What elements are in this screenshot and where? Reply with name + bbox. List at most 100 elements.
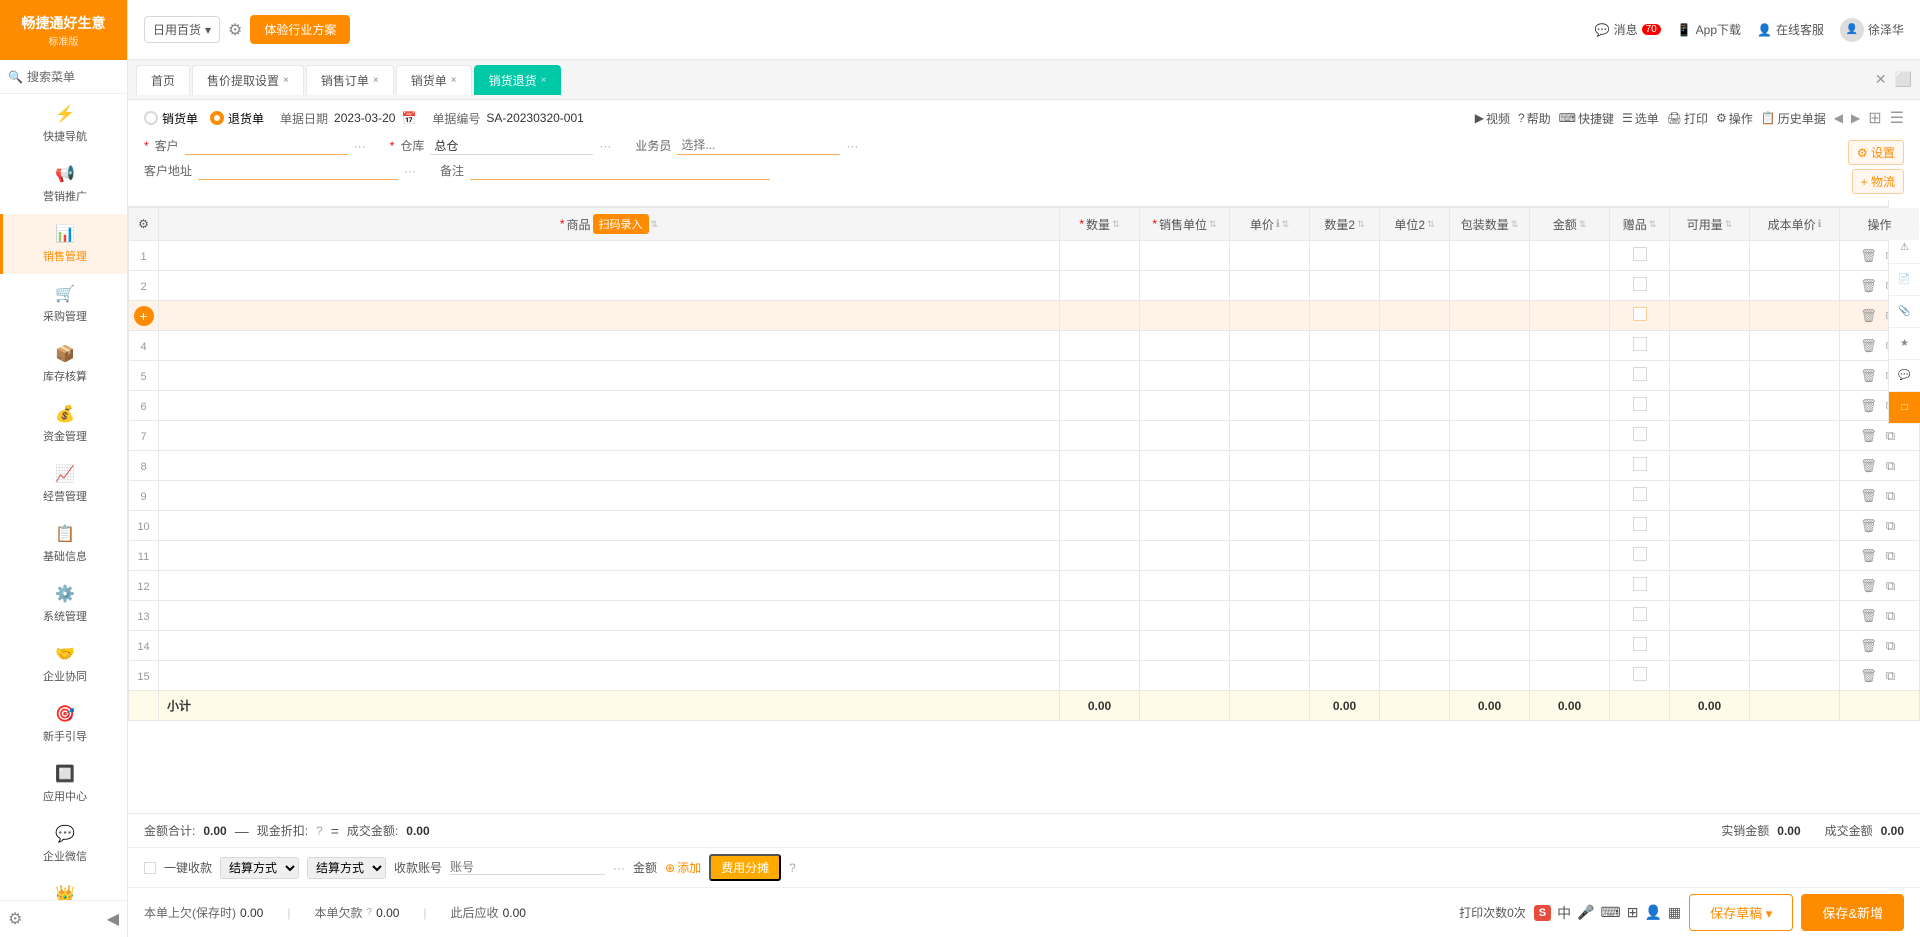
copy-icon[interactable]: ⧉	[1882, 577, 1900, 595]
right-float-orange[interactable]: □	[1889, 392, 1920, 424]
sale-unit-cell[interactable]	[1140, 241, 1230, 271]
sort-icon[interactable]: ⇅	[1209, 219, 1217, 230]
sidebar-item-purchase[interactable]: 🛒 采购管理	[0, 274, 127, 334]
mic-icon[interactable]: 🎤	[1577, 904, 1594, 921]
qty2-cell[interactable]	[1310, 241, 1380, 271]
tab-close-icon[interactable]: ×	[451, 75, 457, 86]
sidebar-item-wechat[interactable]: 💬 企业微信	[0, 814, 127, 874]
prev-icon[interactable]: ◀	[1834, 111, 1843, 125]
sort-icon[interactable]: ⇅	[1282, 219, 1290, 230]
save-draft-btn[interactable]: 保存草稿 ▾	[1689, 894, 1793, 931]
delete-icon[interactable]: 🗑	[1860, 607, 1878, 625]
user-group[interactable]: 👤 徐泽华	[1840, 18, 1904, 42]
maximize-icon[interactable]: ⬜	[1895, 71, 1912, 88]
sidebar-item-newbie[interactable]: 🎯 新手引导	[0, 694, 127, 754]
sidebar-item-system[interactable]: ⚙️ 系统管理	[0, 574, 127, 634]
message-group[interactable]: 💬 消息 70	[1595, 21, 1661, 38]
delete-icon[interactable]: 🗑	[1860, 637, 1878, 655]
warehouse-input[interactable]	[430, 136, 593, 155]
help-circle[interactable]: ?	[316, 824, 323, 838]
sidebar-item-quick-nav[interactable]: ⚡ 快捷导航	[0, 94, 127, 154]
gift-checkbox[interactable]	[1633, 247, 1647, 261]
gift-checkbox[interactable]	[1633, 637, 1647, 651]
add-fee-btn[interactable]: ⊕ 添加	[665, 859, 701, 876]
delete-icon[interactable]: 🗑	[1860, 517, 1878, 535]
grid-icon[interactable]: ⊞	[1627, 904, 1639, 921]
delete-icon[interactable]: 🗑	[1860, 457, 1878, 475]
scan-btn[interactable]: 扫码录入	[593, 214, 649, 234]
gift-checkbox[interactable]	[1633, 577, 1647, 591]
operate-btn[interactable]: ⚙ 操作	[1716, 110, 1753, 127]
gift-checkbox[interactable]	[1633, 487, 1647, 501]
address-input[interactable]	[198, 161, 398, 180]
info-icon[interactable]: ℹ	[1276, 219, 1280, 230]
delete-icon[interactable]: 🗑	[1860, 577, 1878, 595]
one-click-pay-checkbox[interactable]	[144, 862, 156, 874]
gift-checkbox[interactable]	[1633, 397, 1647, 411]
delete-icon[interactable]: 🗑	[1860, 247, 1878, 265]
copy-icon[interactable]: ⧉	[1882, 457, 1900, 475]
history-btn[interactable]: 📋 历史单据	[1761, 110, 1826, 127]
sidebar-item-sales[interactable]: 📊 销售管理	[0, 214, 127, 274]
sidebar-item-apps[interactable]: 🔲 应用中心	[0, 754, 127, 814]
gift-checkbox[interactable]	[1633, 427, 1647, 441]
qty-cell[interactable]	[1060, 241, 1140, 271]
goods-cell[interactable]	[159, 241, 1060, 271]
radio-sale[interactable]: 销货单	[144, 110, 198, 127]
sort-icon[interactable]: ⇅	[1112, 219, 1120, 230]
account-input[interactable]	[450, 860, 605, 875]
tab-close-icon[interactable]: ×	[541, 75, 547, 86]
address-more-icon[interactable]: ···	[404, 164, 416, 178]
info-icon[interactable]: ℹ	[1818, 219, 1822, 230]
app-download-group[interactable]: 📱 App下载	[1677, 21, 1741, 38]
cost-price-cell[interactable]	[1750, 241, 1840, 271]
sort-icon[interactable]: ⇅	[1427, 219, 1435, 230]
tab-sale-goods[interactable]: 销货单 ×	[396, 65, 472, 95]
gift-checkbox[interactable]	[1633, 337, 1647, 351]
dots-more[interactable]: ···	[613, 861, 625, 875]
sort-icon[interactable]: ⇅	[1649, 219, 1657, 230]
right-float-attachment[interactable]: 📎	[1889, 296, 1920, 328]
sidebar-item-basic[interactable]: 📋 基础信息	[0, 514, 127, 574]
tab-sale-order[interactable]: 销售订单 ×	[306, 65, 394, 95]
experience-btn[interactable]: 体验行业方案	[250, 15, 350, 44]
copy-icon[interactable]: ⧉	[1882, 667, 1900, 685]
tab-sale-return[interactable]: 销货退货 ×	[474, 65, 562, 95]
copy-icon[interactable]: ⧉	[1882, 427, 1900, 445]
sort-icon[interactable]: ⇅	[1511, 219, 1519, 230]
copy-icon[interactable]: ⧉	[1882, 517, 1900, 535]
unit2-cell[interactable]	[1380, 241, 1450, 271]
warehouse-more-icon[interactable]: ···	[599, 139, 611, 153]
debt-icon[interactable]: ?	[367, 907, 373, 918]
delete-icon[interactable]: 🗑	[1860, 367, 1878, 385]
gift-checkbox[interactable]	[1633, 277, 1647, 291]
online-service-group[interactable]: 👤 在线客服	[1757, 21, 1824, 38]
search-menu-item[interactable]: 🔍 搜索菜单	[0, 60, 127, 94]
user2-icon[interactable]: 👤	[1644, 904, 1661, 921]
tab-close-icon[interactable]: ×	[283, 75, 289, 86]
delete-icon[interactable]: 🗑	[1860, 487, 1878, 505]
help-btn[interactable]: ? 帮助	[1518, 110, 1551, 127]
qr-icon[interactable]: ▦	[1668, 904, 1681, 921]
gift-checkbox[interactable]	[1633, 667, 1647, 681]
fee-help-icon[interactable]: ?	[789, 861, 796, 875]
keyboard2-icon[interactable]: ⌨	[1601, 904, 1621, 921]
goods-cell-active[interactable]	[159, 301, 1060, 331]
col-settings[interactable]: ⚙	[129, 208, 159, 241]
add-row-btn[interactable]: +	[134, 306, 154, 326]
grid-view-icon[interactable]: ⊞	[1868, 108, 1881, 128]
select-btn[interactable]: ☰ 选单	[1622, 110, 1659, 127]
sidebar-item-marketing[interactable]: 📢 营销推广	[0, 154, 127, 214]
save-new-btn[interactable]: 保存&新增	[1801, 894, 1904, 931]
copy-icon[interactable]: ⧉	[1882, 487, 1900, 505]
print-btn[interactable]: 🖨 打印	[1667, 110, 1708, 127]
sort-icon[interactable]: ⇅	[1579, 219, 1587, 230]
delete-icon[interactable]: 🗑	[1860, 427, 1878, 445]
delete-icon[interactable]: 🗑	[1860, 307, 1878, 325]
gift-checkbox[interactable]	[1633, 307, 1647, 321]
gift-checkbox[interactable]	[1633, 547, 1647, 561]
goods-input[interactable]	[163, 308, 1055, 323]
gift-checkbox[interactable]	[1633, 517, 1647, 531]
next-icon[interactable]: ▶	[1851, 111, 1860, 125]
right-float-star[interactable]: ★	[1889, 328, 1920, 360]
